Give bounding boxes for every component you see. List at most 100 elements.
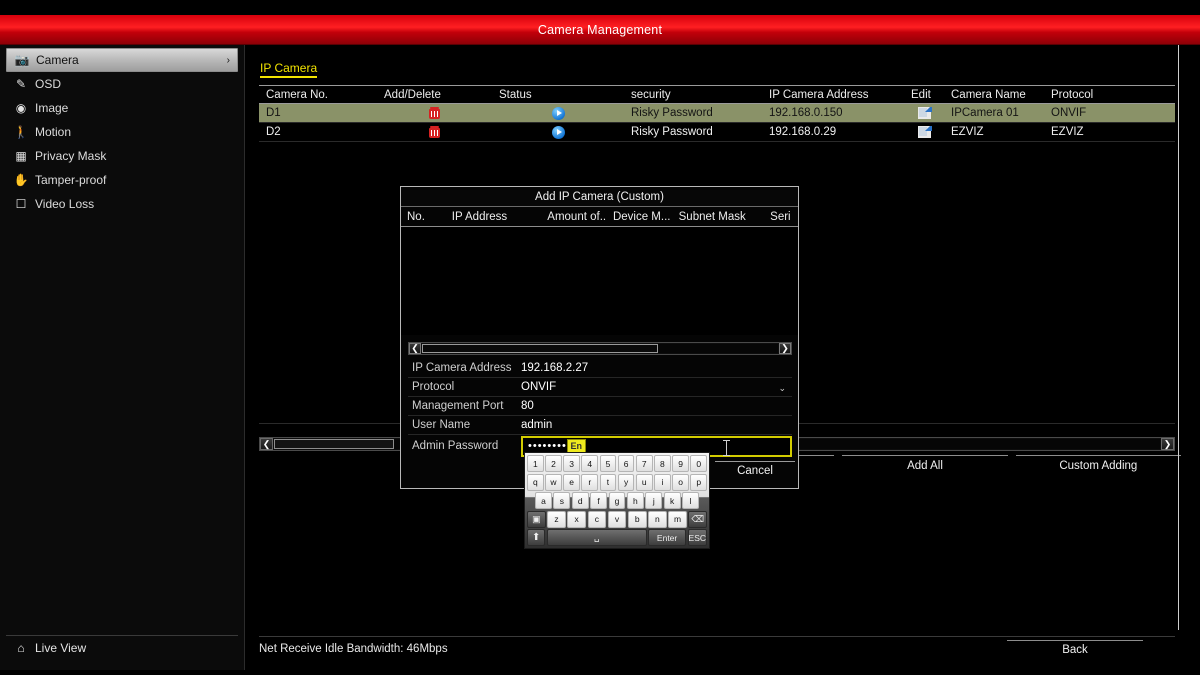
chevron-right-icon: › xyxy=(227,55,230,66)
key-3[interactable]: 3 xyxy=(563,455,580,472)
scroll-track[interactable] xyxy=(422,344,778,353)
user-name-input[interactable]: admin xyxy=(521,419,792,431)
key-l[interactable]: l xyxy=(682,492,699,509)
dialog-device-list[interactable] xyxy=(401,227,798,335)
space-key[interactable]: ␣ xyxy=(547,529,647,546)
backspace-key-icon[interactable]: ⌫ xyxy=(688,511,707,528)
key-p[interactable]: p xyxy=(690,474,707,491)
edit-icon[interactable] xyxy=(918,107,931,119)
key-4[interactable]: 4 xyxy=(581,455,598,472)
sidebar-item-image[interactable]: ◉ Image xyxy=(6,96,238,120)
sidebar-item-video-loss[interactable]: ☐ Video Loss xyxy=(6,192,238,216)
key-u[interactable]: u xyxy=(636,474,653,491)
key-y[interactable]: y xyxy=(618,474,635,491)
key-n[interactable]: n xyxy=(648,511,667,528)
tab-bar: IP Camera xyxy=(260,61,317,75)
custom-adding-button[interactable]: Custom Adding xyxy=(1016,455,1181,477)
key-b[interactable]: b xyxy=(628,511,647,528)
key-5[interactable]: 5 xyxy=(600,455,617,472)
key-9[interactable]: 9 xyxy=(672,455,689,472)
scroll-thumb[interactable] xyxy=(422,344,658,353)
field-label: IP Camera Address xyxy=(408,362,521,374)
delete-icon[interactable] xyxy=(429,107,440,119)
delete-icon[interactable] xyxy=(429,126,440,138)
ip-camera-address-input[interactable]: 192.168.2.27 xyxy=(521,362,792,374)
key-j[interactable]: j xyxy=(645,492,662,509)
key-i[interactable]: i xyxy=(654,474,671,491)
field-label: User Name xyxy=(408,419,521,431)
key-m[interactable]: m xyxy=(668,511,687,528)
add-all-button[interactable]: Add All xyxy=(842,455,1007,477)
key-1[interactable]: 1 xyxy=(527,455,544,472)
cell-edit[interactable] xyxy=(904,107,944,119)
key-f[interactable]: f xyxy=(590,492,607,509)
chevron-down-icon[interactable]: ⌄ xyxy=(778,383,786,394)
dth-device-model: Device M... xyxy=(607,211,673,223)
key-v[interactable]: v xyxy=(608,511,627,528)
key-c[interactable]: c xyxy=(588,511,607,528)
table-row[interactable]: D1 Risky Password 192.168.0.150 IPCamera… xyxy=(259,104,1175,123)
edit-icon[interactable] xyxy=(918,126,931,138)
cell-add-delete[interactable] xyxy=(377,107,492,119)
key-w[interactable]: w xyxy=(545,474,562,491)
key-e[interactable]: e xyxy=(563,474,580,491)
table-row[interactable]: D2 Risky Password 192.168.0.29 EZVIZ EZV… xyxy=(259,123,1175,142)
key-d[interactable]: d xyxy=(572,492,589,509)
play-icon[interactable] xyxy=(552,107,565,120)
cancel-button[interactable]: Cancel xyxy=(715,461,795,480)
key-7[interactable]: 7 xyxy=(636,455,653,472)
key-2[interactable]: 2 xyxy=(545,455,562,472)
key-0[interactable]: 0 xyxy=(690,455,707,472)
scroll-left-icon[interactable]: ❮ xyxy=(409,343,421,354)
scroll-thumb[interactable] xyxy=(274,439,394,449)
sidebar-item-osd[interactable]: ✎ OSD xyxy=(6,72,238,96)
back-button[interactable]: Back xyxy=(1007,640,1143,656)
key-z[interactable]: z xyxy=(547,511,566,528)
sidebar-item-live-view[interactable]: ⌂ Live View xyxy=(6,635,238,659)
key-x[interactable]: x xyxy=(567,511,586,528)
key-6[interactable]: 6 xyxy=(618,455,635,472)
cell-status[interactable] xyxy=(492,126,624,139)
cell-camera-name: EZVIZ xyxy=(944,126,1044,138)
key-q[interactable]: q xyxy=(527,474,544,491)
text-cursor-icon xyxy=(723,440,730,456)
scroll-left-icon[interactable]: ❮ xyxy=(260,438,273,450)
status-bar: Net Receive Idle Bandwidth: 46Mbps Back xyxy=(259,636,1175,660)
key-a[interactable]: a xyxy=(535,492,552,509)
scroll-right-icon[interactable]: ❯ xyxy=(779,343,791,354)
cell-add-delete[interactable] xyxy=(377,126,492,138)
key-s[interactable]: s xyxy=(553,492,570,509)
cell-status[interactable] xyxy=(492,107,624,120)
keyboard-row-bottom: ⬆ ␣ Enter ESC xyxy=(527,529,707,546)
protocol-select[interactable]: ONVIF ⌄ xyxy=(521,381,792,393)
tamper-proof-icon: ✋ xyxy=(12,173,30,187)
sidebar-item-motion[interactable]: 🚶 Motion xyxy=(6,120,238,144)
shift-key-icon[interactable]: ⬆ xyxy=(527,529,545,546)
sidebar-item-privacy-mask[interactable]: ▦ Privacy Mask xyxy=(6,144,238,168)
symbols-key-icon[interactable]: ▣ xyxy=(527,511,546,528)
cell-edit[interactable] xyxy=(904,126,944,138)
dth-subnet-mask: Subnet Mask xyxy=(673,211,765,223)
scroll-right-icon[interactable]: ❯ xyxy=(1161,438,1174,450)
key-g[interactable]: g xyxy=(609,492,626,509)
cell-security: Risky Password xyxy=(624,126,762,138)
esc-key[interactable]: ESC xyxy=(688,529,707,546)
key-k[interactable]: k xyxy=(664,492,681,509)
key-r[interactable]: r xyxy=(581,474,598,491)
key-h[interactable]: h xyxy=(627,492,644,509)
management-port-input[interactable]: 80 xyxy=(521,400,792,412)
sidebar-item-camera[interactable]: 📷 Camera › xyxy=(6,48,238,72)
dth-ip-address: IP Address xyxy=(446,211,542,223)
key-8[interactable]: 8 xyxy=(654,455,671,472)
dialog-horizontal-scrollbar[interactable]: ❮ ❯ xyxy=(408,342,792,355)
enter-key[interactable]: Enter xyxy=(648,529,686,546)
key-t[interactable]: t xyxy=(600,474,617,491)
top-bezel xyxy=(0,0,1200,15)
cell-ip-address: 192.168.0.29 xyxy=(762,126,904,138)
tab-ip-camera[interactable]: IP Camera xyxy=(260,61,317,78)
add-ip-camera-dialog: Add IP Camera (Custom) No. IP Address Am… xyxy=(400,186,799,489)
sidebar-item-label: OSD xyxy=(35,77,61,91)
sidebar-item-tamper-proof[interactable]: ✋ Tamper-proof xyxy=(6,168,238,192)
play-icon[interactable] xyxy=(552,126,565,139)
key-o[interactable]: o xyxy=(672,474,689,491)
